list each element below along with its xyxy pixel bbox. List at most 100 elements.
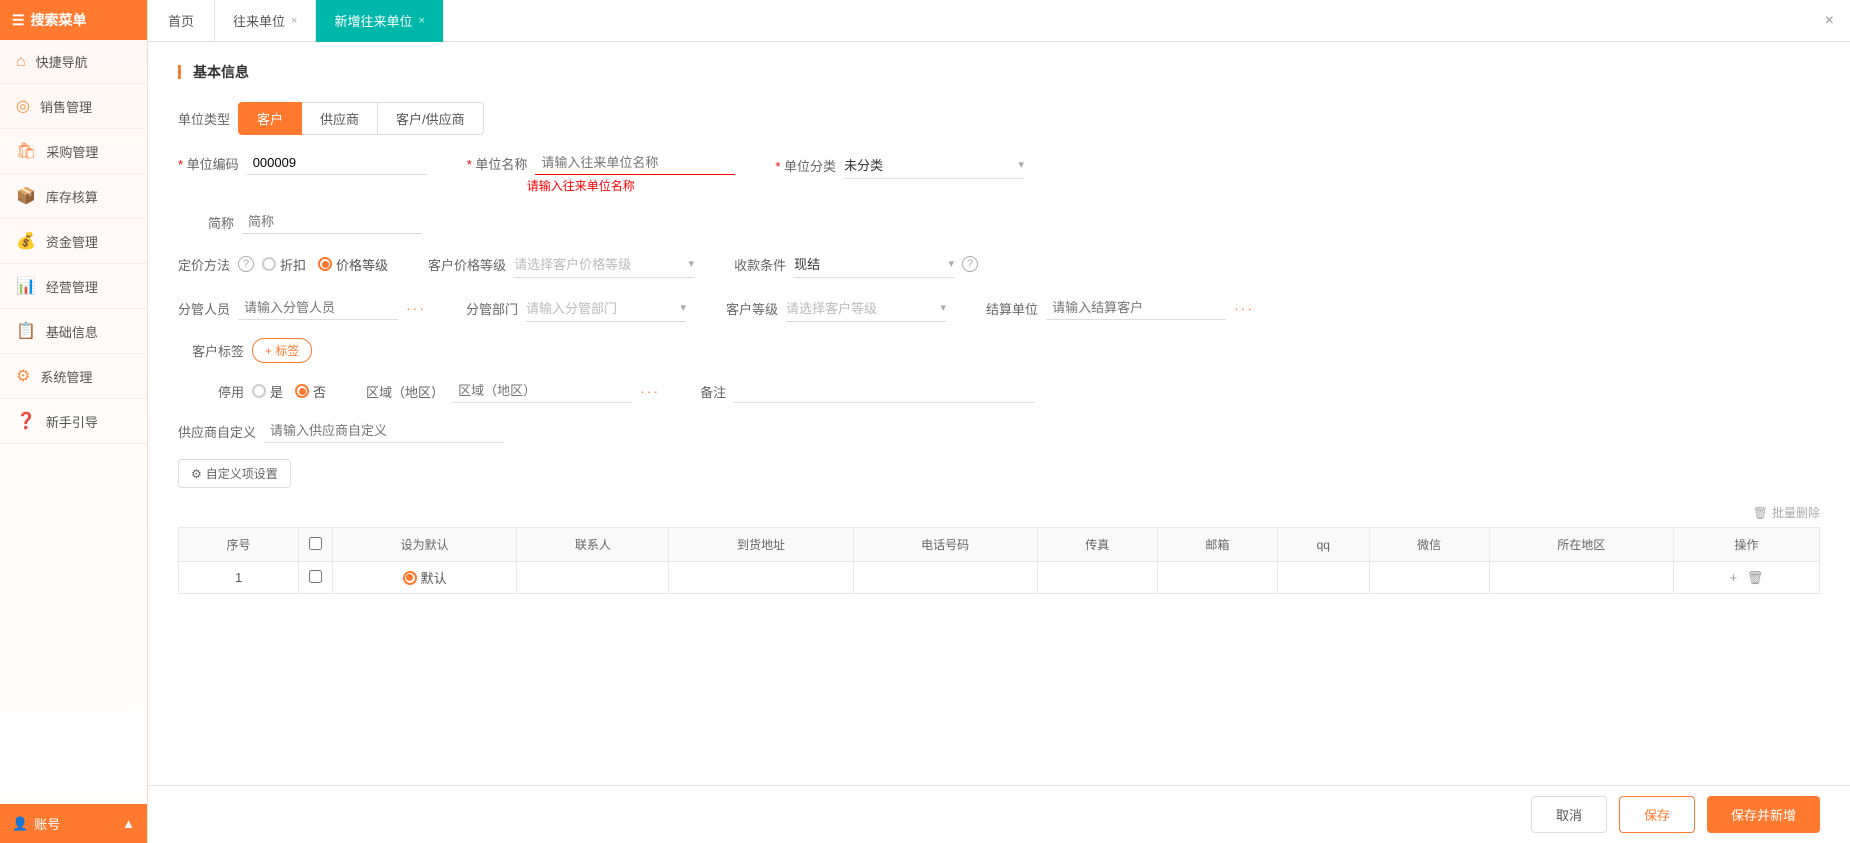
type-btn-supplier[interactable]: 供应商 [302,102,378,135]
sidebar-item-inventory[interactable]: 📦 库存核算 [0,174,147,219]
tag-row: 客户标签 + 标签 [178,338,1820,363]
close-tab-new-transaction[interactable]: × [418,15,424,27]
discount-radio[interactable] [262,257,276,271]
settlement-input[interactable] [1046,296,1226,320]
payment-help-icon[interactable]: ? [962,256,978,272]
unit-type-label: 单位类型 [178,109,230,128]
pricing-discount-option[interactable]: 折扣 [262,255,306,274]
sidebar-search[interactable]: ☰ 搜索菜单 [0,0,147,40]
department-select[interactable]: 请输入分管部门 ▾ [526,294,686,322]
operations-icon: 📊 [16,276,36,296]
add-tag-button[interactable]: + 标签 [252,338,312,363]
unit-category-select[interactable]: 未分类 ▾ [844,151,1024,179]
chevron-down-icon: ▾ [681,301,687,314]
cancel-button[interactable]: 取消 [1531,796,1607,833]
abbr-group: 简称 [178,210,422,234]
payment-terms-select[interactable]: 现结 ▾ [794,250,954,278]
col-seq: 序号 [179,528,299,562]
payment-terms-value: 现结 [794,254,820,273]
save-new-button[interactable]: 保存并新增 [1707,796,1820,833]
chevron-down-icon: ▾ [941,301,947,314]
sidebar-item-finance[interactable]: 💰 资金管理 [0,219,147,264]
system-icon: ⚙ [16,366,30,386]
add-row-btn[interactable]: + [1730,570,1738,585]
sidebar-search-label: 搜索菜单 [31,10,87,30]
sidebar-item-quick-nav[interactable]: ⌂ 快捷导航 [0,40,147,84]
row-checkbox[interactable] [309,570,322,583]
pricing-row: 定价方法 ? 折扣 价格等级 客户价格等级 请选择客户价格等级 [178,250,1820,278]
chevron-down-icon: ▾ [949,257,955,270]
custom-settings-label: 自定义项设置 [206,465,278,482]
pricing-help-icon[interactable]: ? [238,256,254,272]
section-basic-info: 基本信息 [178,62,1820,82]
table-row: 1 默认 [179,562,1820,594]
no-label: 否 [313,382,326,401]
no-radio[interactable] [295,384,309,398]
department-placeholder: 请输入分管部门 [526,298,617,317]
remark-group: 备注 [700,379,1034,403]
sidebar-item-guide[interactable]: ❓ 新手引导 [0,399,147,444]
settlement-group: 结算单位 ··· [986,296,1254,320]
batch-delete-button[interactable]: 🗑 批量删除 [1753,504,1820,521]
type-btn-both[interactable]: 客户/供应商 [378,102,484,135]
tab-home[interactable]: 首页 [148,0,215,42]
sidebar-item-system[interactable]: ⚙ 系统管理 [0,354,147,399]
sidebar-item-operations[interactable]: 📊 经营管理 [0,264,147,309]
col-contact: 联系人 [517,528,669,562]
tab-new-transaction[interactable]: 新增往来单位 × [316,0,443,42]
contact-table: 序号 设为默认 联系人 到货地址 电话号码 传真 邮箱 qq 微信 所在地区 操… [178,527,1820,594]
region-input[interactable] [452,379,632,403]
supplier-custom-input[interactable] [264,419,504,443]
tabs-bar: 首页 往来单位 × 新增往来单位 × × [148,0,1850,42]
chevron-down-icon: ▾ [1019,158,1025,171]
customer-price-level-group: 客户价格等级 请选择客户价格等级 ▾ [428,250,694,278]
form-content: 基本信息 单位类型 客户 供应商 客户/供应商 单位编码 单位名称 [148,42,1850,785]
sidebar-label: 快捷导航 [36,52,88,71]
pricing-level-option[interactable]: 价格等级 [318,255,388,274]
abbr-label: 简称 [208,213,234,232]
manager-more-btn[interactable]: ··· [406,300,426,316]
region-more-btn[interactable]: ··· [640,383,660,399]
tab-transactions[interactable]: 往来单位 × [215,0,316,42]
remark-input[interactable] [734,379,1034,403]
unit-category-group: 单位分类 未分类 ▾ [775,151,1024,179]
yes-radio[interactable] [252,384,266,398]
type-btn-customer[interactable]: 客户 [238,102,302,135]
customer-price-level-select[interactable]: 请选择客户价格等级 ▾ [514,250,694,278]
settlement-label: 结算单位 [986,299,1038,318]
settings-icon: ⚙ [191,467,202,481]
cell-fax [1037,562,1157,594]
department-label: 分管部门 [466,299,518,318]
home-icon: ⌂ [16,53,26,71]
batch-delete-label: 批量删除 [1772,504,1820,521]
user-icon: 👤 [12,816,28,832]
cell-region [1489,562,1673,594]
table-toolbar: 🗑 批量删除 [178,504,1820,521]
sidebar-item-sales[interactable]: ◎ 销售管理 [0,84,147,129]
close-all-tabs[interactable]: × [1809,12,1850,30]
sidebar-item-basic-info[interactable]: 📋 基础信息 [0,309,147,354]
manager-input[interactable] [238,296,398,320]
delete-row-btn[interactable]: 🗑 [1747,570,1764,585]
close-tab-transactions[interactable]: × [291,15,297,27]
level-label: 价格等级 [336,255,388,274]
sidebar-item-purchase[interactable]: 🛍 采购管理 [0,129,147,174]
disabled-yes-option[interactable]: 是 [252,382,283,401]
guide-icon: ❓ [16,411,36,431]
unit-name-input[interactable] [535,151,735,175]
save-button[interactable]: 保存 [1619,796,1695,833]
default-radio[interactable] [403,571,417,585]
select-all-checkbox[interactable] [309,537,322,550]
col-qq: qq [1277,528,1369,562]
default-radio-option[interactable]: 默认 [343,568,506,587]
pricing-method-label: 定价方法 [178,255,230,274]
customer-level-select[interactable]: 请选择客户等级 ▾ [786,294,946,322]
settlement-more-btn[interactable]: ··· [1234,300,1254,316]
sidebar-label: 采购管理 [46,142,98,161]
disabled-no-option[interactable]: 否 [295,382,326,401]
unit-code-input[interactable] [247,151,427,175]
abbr-input[interactable] [242,210,422,234]
level-radio[interactable] [318,257,332,271]
custom-settings-button[interactable]: ⚙ 自定义项设置 [178,459,291,488]
discount-label: 折扣 [280,255,306,274]
